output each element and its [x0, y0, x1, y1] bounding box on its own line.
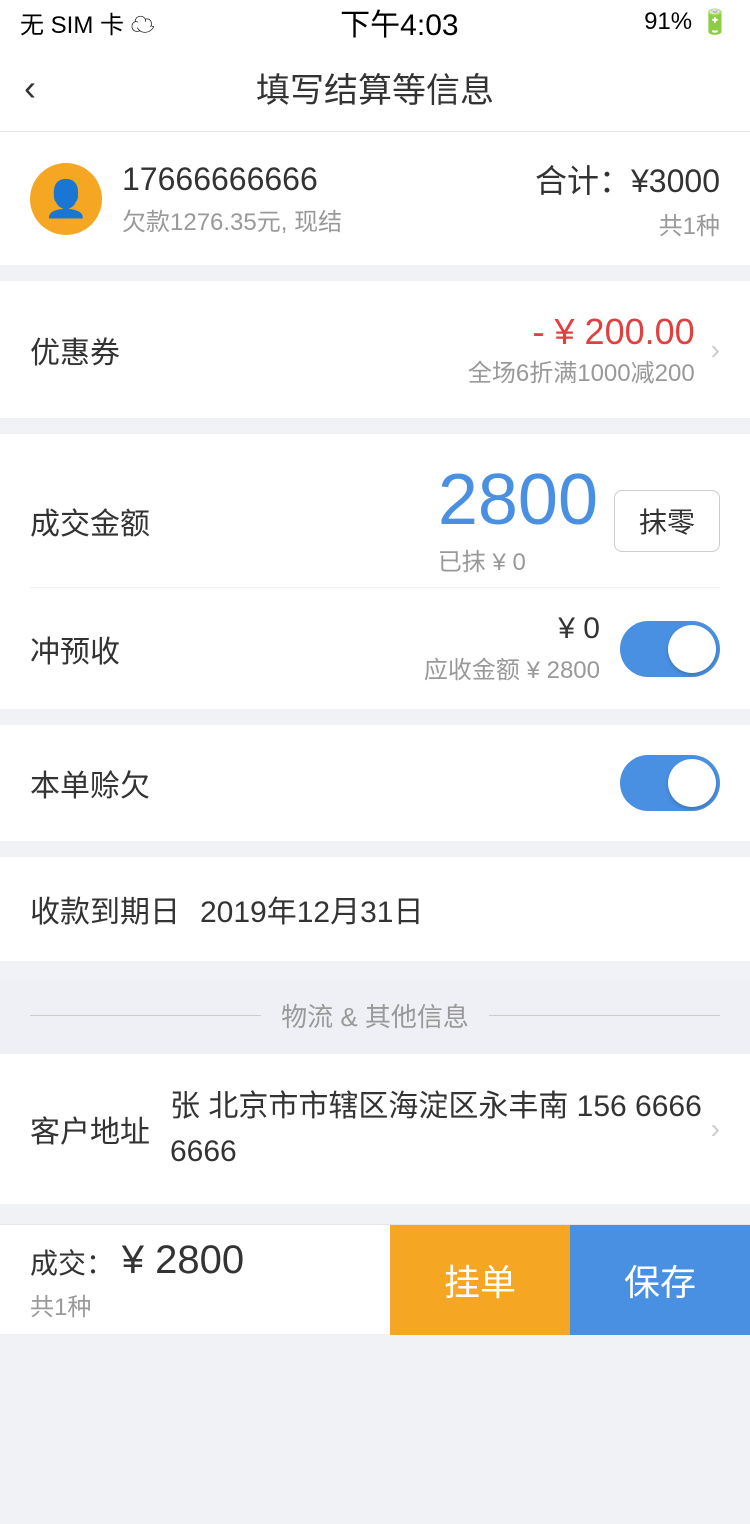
status-right: 91% 🔋	[644, 8, 730, 37]
precollect-main: ¥ 0	[424, 612, 600, 646]
coupon-label: 优惠券	[30, 328, 120, 372]
deal-amount: 2800	[438, 464, 598, 536]
customer-note: 欠款1276.35元, 现结	[122, 202, 342, 237]
address-value: 张 北京市市辖区海淀区永丰南 156 6666 6666	[170, 1084, 711, 1174]
hold-button[interactable]: 挂单	[390, 1225, 570, 1335]
debt-row: 本单赊欠	[0, 725, 750, 841]
footer: 成交： ¥ 2800 共1种 挂单 保存	[0, 1224, 750, 1334]
total-count: 共1种	[535, 206, 720, 241]
footer-info: 成交： ¥ 2800 共1种	[0, 1238, 390, 1322]
deal-label: 成交金额	[30, 499, 150, 543]
deal-sub: 已抹 ¥ 0	[438, 542, 598, 577]
sim-status: 无 SIM 卡 ☁	[20, 5, 155, 40]
due-date-value: 2019年12月31日	[200, 887, 423, 931]
coupon-chevron-icon: ›	[711, 334, 720, 366]
debt-section: 本单赊欠	[0, 725, 750, 841]
nav-bar: ‹ 填写结算等信息	[0, 44, 750, 132]
footer-count: 共1种	[30, 1287, 360, 1322]
precollect-label: 冲预收	[30, 627, 120, 671]
coupon-detail: 全场6折满1000减200	[468, 353, 695, 388]
status-bar: 无 SIM 卡 ☁ 下午4:03 91% 🔋	[0, 0, 750, 44]
round-button[interactable]: 抹零	[614, 490, 720, 552]
status-time: 下午4:03	[340, 0, 458, 44]
coupon-row[interactable]: 优惠券 - ¥ 200.00 全场6折满1000减200 ›	[0, 281, 750, 418]
page-title: 填写结算等信息	[256, 63, 494, 112]
deal-section: 成交金额 2800 已抹 ¥ 0 抹零 冲预收 ¥ 0 应收金额 ¥ 2800	[0, 434, 750, 709]
debt-label: 本单赊欠	[30, 761, 150, 805]
address-label: 客户地址	[30, 1107, 150, 1151]
battery-icon: 🔋	[700, 8, 730, 37]
logistics-label: 物流 & 其他信息	[281, 997, 469, 1034]
back-button[interactable]: ‹	[24, 67, 36, 109]
address-chevron-icon: ›	[711, 1113, 720, 1145]
coupon-section: 优惠券 - ¥ 200.00 全场6折满1000减200 ›	[0, 281, 750, 418]
precollect-sub: 应收金额 ¥ 2800	[424, 650, 600, 685]
battery-text: 91%	[644, 8, 692, 36]
save-button[interactable]: 保存	[570, 1225, 750, 1335]
customer-row: 👤 17666666666 欠款1276.35元, 现结 合计：¥3000 共1…	[0, 132, 750, 265]
debt-toggle[interactable]	[620, 755, 720, 811]
debt-toggle-knob	[668, 759, 716, 807]
sep-line-left	[30, 1015, 261, 1016]
deal-row: 成交金额 2800 已抹 ¥ 0 抹零	[0, 434, 750, 587]
due-date-label: 收款到期日	[30, 887, 180, 931]
total-amount: 合计：¥3000	[535, 156, 720, 202]
footer-deal-prefix: 成交：	[30, 1248, 114, 1279]
logistics-separator: 物流 & 其他信息	[0, 977, 750, 1054]
precollect-toggle[interactable]	[620, 621, 720, 677]
status-left: 无 SIM 卡 ☁	[20, 5, 155, 40]
customer-phone: 17666666666	[122, 161, 342, 198]
sep-line-right	[489, 1015, 720, 1016]
avatar: 👤	[30, 163, 102, 235]
coupon-discount: - ¥ 200.00	[468, 311, 695, 353]
address-row[interactable]: 客户地址 张 北京市市辖区海淀区永丰南 156 6666 6666 ›	[0, 1054, 750, 1204]
precollect-row: 冲预收 ¥ 0 应收金额 ¥ 2800	[0, 588, 750, 709]
footer-deal-amount: ¥ 2800	[122, 1238, 244, 1282]
toggle-knob	[668, 625, 716, 673]
due-date-row: 收款到期日 2019年12月31日	[0, 857, 750, 961]
